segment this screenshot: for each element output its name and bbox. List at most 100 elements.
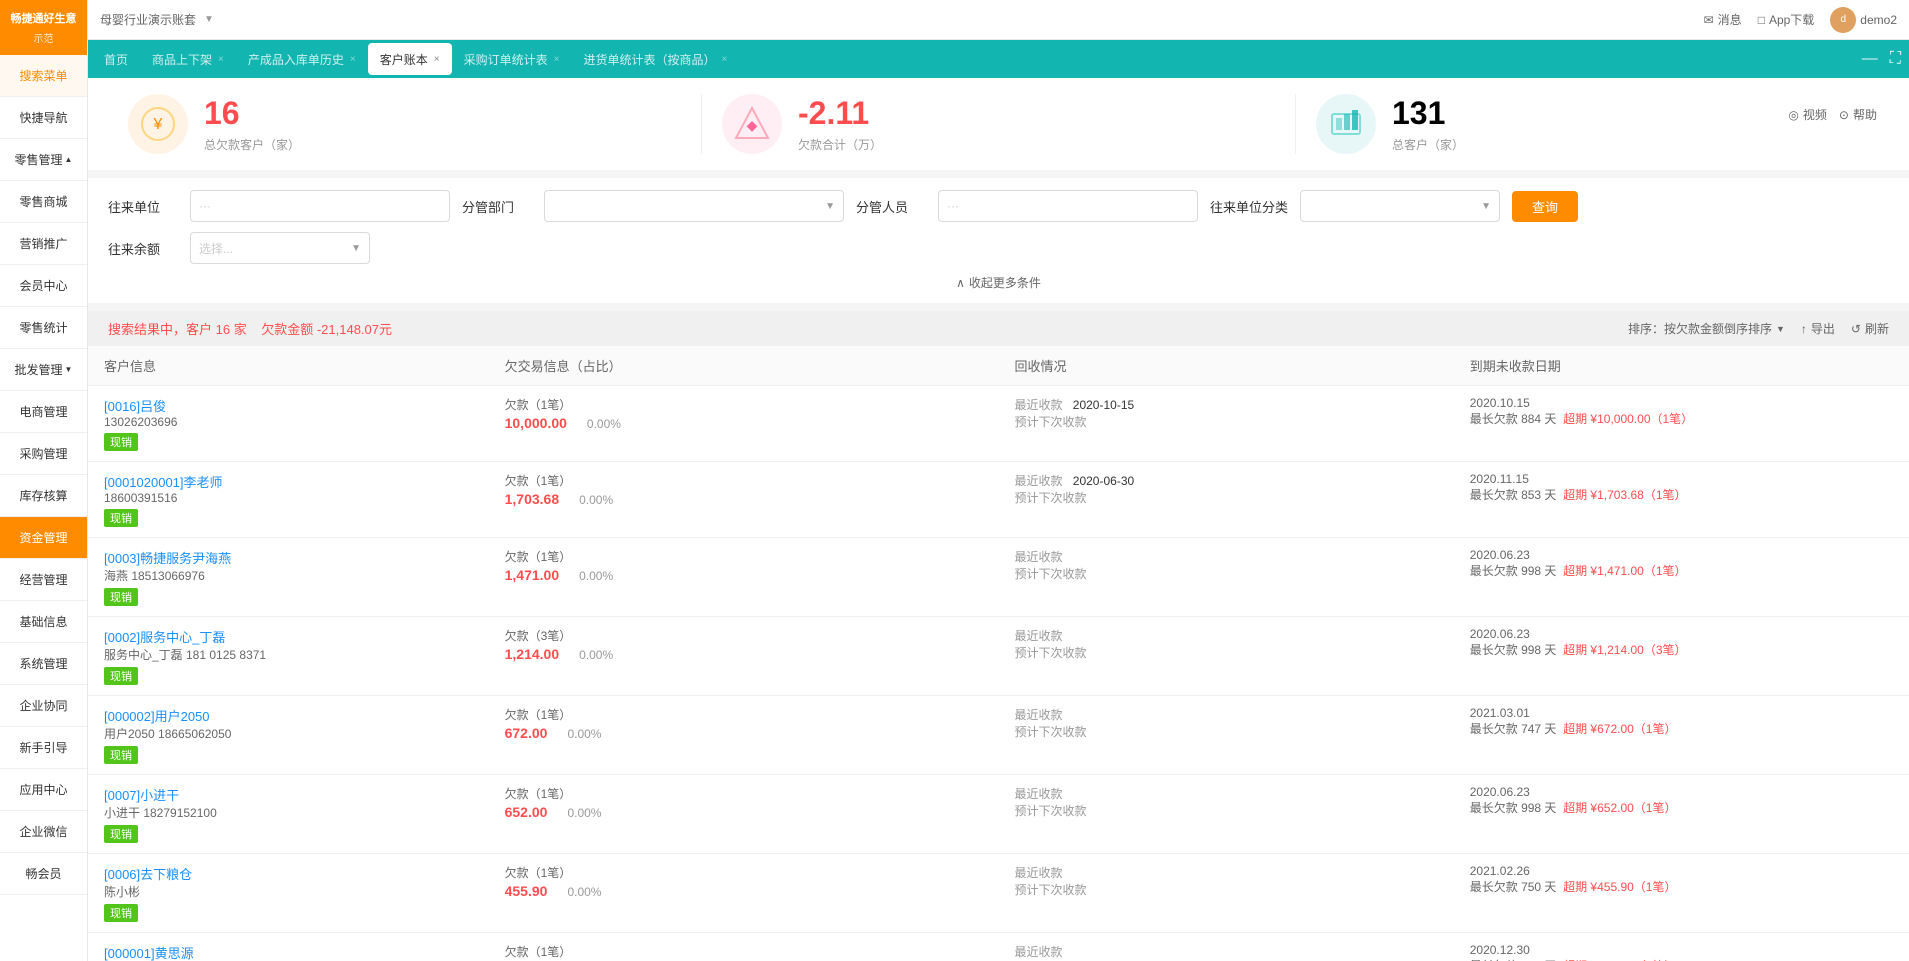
sidebar-item-marketing[interactable]: 营销推广: [0, 223, 87, 265]
debt-info-cell: 欠款（1笔） 455.90 0.00%: [489, 854, 999, 933]
topbar-left: 母婴行业演示账套 ▼: [100, 11, 214, 28]
table-row: [0007]小进干 小进干 18279152100 现销 欠款（1笔） 652.…: [88, 775, 1909, 854]
help-action[interactable]: ⊙ 帮助: [1839, 106, 1877, 123]
sidebar-item-inventory[interactable]: 库存核算: [0, 475, 87, 517]
chevron-down-icon: ▼: [65, 365, 73, 374]
video-action[interactable]: ◎ 视频: [1788, 106, 1827, 123]
unit-class-select[interactable]: ▼: [1300, 190, 1500, 222]
sidebar-item-newbie[interactable]: 新手引导: [0, 727, 87, 769]
person-input[interactable]: ···: [938, 190, 1198, 222]
customer-id-link[interactable]: [0016]吕俊: [104, 396, 473, 415]
sidebar-item-basic-info[interactable]: 基础信息: [0, 601, 87, 643]
customer-id-link[interactable]: [000002]用户2050: [104, 706, 473, 725]
table-row: [0001020001]李老师 18600391516 现销 欠款（1笔） 1,…: [88, 462, 1909, 538]
overdue-amount-link[interactable]: 超期 ¥652.00（1笔）: [1563, 801, 1676, 815]
tab-product-history[interactable]: 产成品入库单历史 ×: [236, 43, 368, 75]
sidebar-item-member[interactable]: 会员中心: [0, 265, 87, 307]
next-payment-label: 预计下次收款: [1014, 491, 1086, 505]
close-icon[interactable]: ×: [554, 54, 560, 65]
sidebar-item-corp-wechat[interactable]: 企业微信: [0, 811, 87, 853]
sidebar-item-quick-nav[interactable]: 快捷导航: [0, 97, 87, 139]
app-download-button[interactable]: □ App下载: [1758, 11, 1815, 28]
sort-select[interactable]: 排序：按欠款金额倒序排序 ▼: [1628, 320, 1785, 337]
payback-cell: 最近收款 预计下次收款: [998, 617, 1453, 696]
close-icon[interactable]: ×: [218, 54, 224, 65]
sidebar-item-search[interactable]: 搜索菜单: [0, 55, 87, 97]
tab-purchase-stats[interactable]: 进货单统计表（按商品） ×: [571, 43, 739, 75]
overdue-days: 最长欠款 808 天 超期 ¥429.00（1笔）: [1470, 957, 1893, 961]
stats-bar: ¥ 16 总欠款客户（家） ◆ -2.11 欠款合计（万）: [88, 78, 1909, 170]
customer-id-link[interactable]: [0001020001]李老师: [104, 472, 473, 491]
message-button[interactable]: ✉ 消息: [1704, 11, 1742, 28]
customer-info-cell: [0007]小进干 小进干 18279152100 现销: [88, 775, 489, 854]
collapse-button[interactable]: ∧ 收起更多条件: [956, 274, 1041, 291]
sidebar-item-finance[interactable]: 资金管理: [0, 517, 87, 559]
export-button[interactable]: ↑ 导出: [1801, 320, 1835, 337]
tab-minimize-button[interactable]: —: [1858, 50, 1882, 68]
chevron-down-icon: ▼: [825, 201, 835, 212]
overdue-days: 最长欠款 747 天 超期 ¥672.00（1笔）: [1470, 720, 1893, 737]
customer-id-link[interactable]: [0006]去下粮仓: [104, 864, 473, 883]
sidebar-item-enterprise[interactable]: 企业协同: [0, 685, 87, 727]
customer-id-link[interactable]: [0007]小进干: [104, 785, 473, 804]
export-icon: ↑: [1801, 322, 1807, 336]
overdue-amount-link[interactable]: 超期 ¥672.00（1笔）: [1563, 722, 1676, 736]
customer-phone: 海燕 18513066976: [104, 567, 473, 584]
sidebar-item-chang-member[interactable]: 畅会员: [0, 853, 87, 895]
stat-debt-amount: ◆ -2.11 欠款合计（万）: [702, 94, 1296, 154]
sidebar-item-retail-stats[interactable]: 零售统计: [0, 307, 87, 349]
recent-payment-date: 2020-06-30: [1073, 474, 1134, 488]
customer-info-cell: [0002]服务中心_丁磊 服务中心_丁磊 181 0125 8371 现销: [88, 617, 489, 696]
debt-amount: 1,703.68: [505, 491, 560, 507]
app-logo: 畅捷通好生意 示范: [0, 0, 87, 55]
customer-id-link[interactable]: [0002]服务中心_丁磊: [104, 627, 473, 646]
user-menu[interactable]: d demo2: [1830, 7, 1897, 33]
overdue-amount-link[interactable]: 超期 ¥1,703.68（1笔）: [1563, 488, 1686, 502]
tab-product-offline[interactable]: 商品上下架 ×: [140, 43, 236, 75]
next-payment-label: 预计下次收款: [1014, 646, 1086, 660]
tab-purchase-order[interactable]: 采购订单统计表 ×: [452, 43, 572, 75]
tab-home[interactable]: 首页: [92, 43, 140, 75]
dept-select[interactable]: ▼: [544, 190, 844, 222]
debt-amount: 1,214.00: [505, 646, 560, 662]
sidebar-item-purchase-mgmt[interactable]: 采购管理: [0, 433, 87, 475]
search-button[interactable]: 查询: [1512, 191, 1578, 222]
balance-select[interactable]: 选择... ▼: [190, 232, 370, 264]
sidebar-item-app-center[interactable]: 应用中心: [0, 769, 87, 811]
debt-info-cell: 欠款（1笔） 1,471.00 0.00%: [489, 538, 999, 617]
sidebar-item-retail-mgmt[interactable]: 零售管理 ▲: [0, 139, 87, 181]
customer-id-link[interactable]: [0003]畅捷服务尹海燕: [104, 548, 473, 567]
filter-row-2: 往来余额 选择... ▼: [108, 232, 1889, 264]
overdue-amount-link[interactable]: 超期 ¥455.90（1笔）: [1563, 880, 1676, 894]
sidebar-item-operations[interactable]: 经营管理: [0, 559, 87, 601]
overdue-amount-link[interactable]: 超期 ¥10,000.00（1笔）: [1563, 412, 1693, 426]
customer-id-link[interactable]: [000001]黄思源: [104, 943, 473, 961]
tab-bar-actions: — ⛶: [1858, 50, 1905, 68]
refresh-button[interactable]: ↺ 刷新: [1851, 320, 1889, 337]
close-icon[interactable]: ×: [434, 54, 440, 65]
sidebar-item-sys-mgmt[interactable]: 系统管理: [0, 643, 87, 685]
tab-customer-account[interactable]: 客户账本 ×: [368, 43, 452, 75]
from-unit-input[interactable]: ···: [190, 190, 450, 222]
overdue-amount-link[interactable]: 超期 ¥1,471.00（1笔）: [1563, 564, 1686, 578]
tab-expand-button[interactable]: ⛶: [1886, 50, 1905, 68]
debt-customers-label: 总欠款客户（家）: [204, 136, 300, 153]
recent-payment-label: 最近收款: [1014, 398, 1069, 412]
close-icon[interactable]: ×: [721, 54, 727, 65]
payback-cell: 最近收款 预计下次收款: [998, 538, 1453, 617]
person-label: 分管人员: [856, 197, 926, 216]
debt-percent: 0.00%: [579, 569, 613, 583]
sidebar-item-batch-mgmt[interactable]: 批发管理 ▼: [0, 349, 87, 391]
debt-count: 欠款（1笔）: [505, 706, 983, 723]
sidebar-item-retail-store[interactable]: 零售商城: [0, 181, 87, 223]
overdue-amount-link[interactable]: 超期 ¥1,214.00（3笔）: [1563, 643, 1686, 657]
overdue-days: 最长欠款 998 天 超期 ¥1,471.00（1笔）: [1470, 562, 1893, 579]
customer-info-cell: [000002]用户2050 用户2050 18665062050 现销: [88, 696, 489, 775]
customer-info-cell: [000001]黄思源 黄思源 13552700226 现销: [88, 933, 489, 961]
topbar: 母婴行业演示账套 ▼ ✉ 消息 □ App下载 d demo2: [88, 0, 1909, 40]
debt-info-cell: 欠款（1笔） 672.00 0.00%: [489, 696, 999, 775]
topbar-right: ✉ 消息 □ App下载 d demo2: [1704, 7, 1897, 33]
sidebar-item-ecommerce[interactable]: 电商管理: [0, 391, 87, 433]
balance-label: 往来余额: [108, 239, 178, 258]
close-icon[interactable]: ×: [350, 54, 356, 65]
